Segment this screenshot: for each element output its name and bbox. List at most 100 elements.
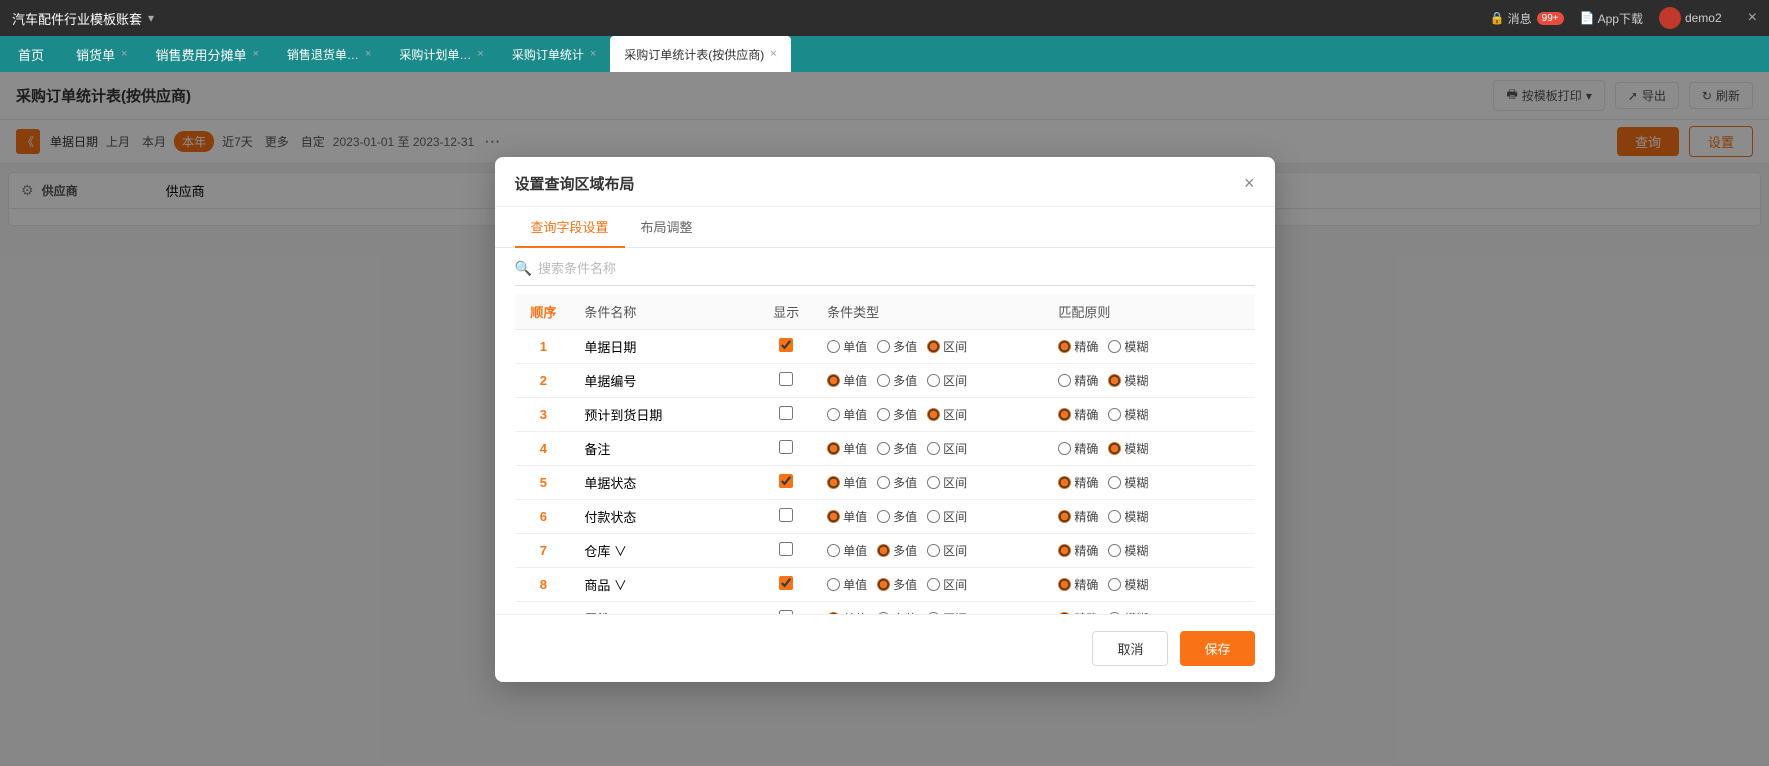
radio-match-exact-5[interactable]: [1058, 510, 1071, 523]
tab-sales[interactable]: 销货单 ×: [62, 36, 141, 72]
radio-match-fuzzy-6[interactable]: [1108, 544, 1121, 557]
type-single-4[interactable]: 单值: [827, 474, 867, 491]
type-multi-2[interactable]: 多值: [877, 406, 917, 423]
radio-type-multi-1[interactable]: [877, 374, 890, 387]
cell-type-7[interactable]: 单值多值区间: [815, 567, 1046, 601]
radio-match-fuzzy-0[interactable]: [1108, 340, 1121, 353]
tab-sales-return-close[interactable]: ×: [365, 48, 371, 60]
show-checkbox-7[interactable]: [779, 576, 793, 590]
match-fuzzy-3[interactable]: 模糊: [1108, 440, 1148, 457]
cell-show-7[interactable]: [757, 567, 815, 601]
show-checkbox-0[interactable]: [779, 338, 793, 352]
radio-type-single-3[interactable]: [827, 442, 840, 455]
type-multi-0[interactable]: 多值: [877, 338, 917, 355]
topbar-close-button[interactable]: ×: [1748, 9, 1757, 27]
match-exact-5[interactable]: 精确: [1058, 508, 1098, 525]
type-single-2[interactable]: 单值: [827, 406, 867, 423]
radio-type-single-1[interactable]: [827, 374, 840, 387]
notification-area[interactable]: 🔒 消息 99+: [1490, 10, 1564, 27]
match-fuzzy-2[interactable]: 模糊: [1108, 406, 1148, 423]
cell-match-2[interactable]: 精确模糊: [1046, 397, 1254, 431]
user-area[interactable]: demo2: [1659, 7, 1722, 29]
show-checkbox-2[interactable]: [779, 406, 793, 420]
match-exact-0[interactable]: 精确: [1058, 338, 1098, 355]
match-fuzzy-4[interactable]: 模糊: [1108, 474, 1148, 491]
match-exact-2[interactable]: 精确: [1058, 406, 1098, 423]
show-checkbox-6[interactable]: [779, 542, 793, 556]
type-multi-3[interactable]: 多值: [877, 440, 917, 457]
tab-purchase-plan-close[interactable]: ×: [477, 48, 483, 60]
radio-type-multi-7[interactable]: [877, 578, 890, 591]
radio-type-single-0[interactable]: [827, 340, 840, 353]
type-multi-6[interactable]: 多值: [877, 542, 917, 559]
type-range-2[interactable]: 区间: [927, 406, 967, 423]
cell-show-6[interactable]: [757, 533, 815, 567]
radio-type-single-7[interactable]: [827, 578, 840, 591]
radio-match-exact-2[interactable]: [1058, 408, 1071, 421]
radio-type-multi-5[interactable]: [877, 510, 890, 523]
radio-type-multi-6[interactable]: [877, 544, 890, 557]
radio-type-single-2[interactable]: [827, 408, 840, 421]
tab-purchase-stat[interactable]: 采购订单统计 ×: [498, 36, 610, 72]
cell-show-0[interactable]: [757, 329, 815, 363]
match-exact-6[interactable]: 精确: [1058, 542, 1098, 559]
tab-active[interactable]: 采购订单统计表(按供应商) ×: [610, 36, 790, 72]
tab-layout-adjust[interactable]: 布局调整: [625, 207, 709, 248]
type-multi-5[interactable]: 多值: [877, 508, 917, 525]
type-range-6[interactable]: 区间: [927, 542, 967, 559]
radio-match-fuzzy-4[interactable]: [1108, 476, 1121, 489]
match-fuzzy-7[interactable]: 模糊: [1108, 576, 1148, 593]
cell-type-8[interactable]: 单值多值区间: [815, 601, 1046, 614]
type-single-5[interactable]: 单值: [827, 508, 867, 525]
type-multi-4[interactable]: 多值: [877, 474, 917, 491]
radio-type-range-3[interactable]: [927, 442, 940, 455]
show-checkbox-3[interactable]: [779, 440, 793, 454]
cell-type-6[interactable]: 单值多值区间: [815, 533, 1046, 567]
match-exact-7[interactable]: 精确: [1058, 576, 1098, 593]
match-exact-1[interactable]: 精确: [1058, 372, 1098, 389]
show-checkbox-4[interactable]: [779, 474, 793, 488]
radio-type-multi-2[interactable]: [877, 408, 890, 421]
radio-match-fuzzy-5[interactable]: [1108, 510, 1121, 523]
radio-match-exact-1[interactable]: [1058, 374, 1071, 387]
match-exact-4[interactable]: 精确: [1058, 474, 1098, 491]
type-range-4[interactable]: 区间: [927, 474, 967, 491]
search-input[interactable]: [538, 261, 738, 276]
type-multi-1[interactable]: 多值: [877, 372, 917, 389]
match-fuzzy-6[interactable]: 模糊: [1108, 542, 1148, 559]
tab-purchase-stat-close[interactable]: ×: [590, 48, 596, 60]
cell-show-1[interactable]: [757, 363, 815, 397]
radio-type-multi-0[interactable]: [877, 340, 890, 353]
radio-match-exact-4[interactable]: [1058, 476, 1071, 489]
cell-type-0[interactable]: 单值多值区间: [815, 329, 1046, 363]
cell-match-5[interactable]: 精确模糊: [1046, 499, 1254, 533]
save-button[interactable]: 保存: [1180, 631, 1254, 666]
cell-match-7[interactable]: 精确模糊: [1046, 567, 1254, 601]
cell-type-1[interactable]: 单值多值区间: [815, 363, 1046, 397]
cell-type-3[interactable]: 单值多值区间: [815, 431, 1046, 465]
type-range-1[interactable]: 区间: [927, 372, 967, 389]
tab-active-close[interactable]: ×: [770, 48, 776, 60]
radio-match-exact-3[interactable]: [1058, 442, 1071, 455]
show-checkbox-1[interactable]: [779, 372, 793, 386]
radio-match-exact-7[interactable]: [1058, 578, 1071, 591]
type-range-5[interactable]: 区间: [927, 508, 967, 525]
cell-match-8[interactable]: 精确模糊: [1046, 601, 1254, 614]
radio-type-single-4[interactable]: [827, 476, 840, 489]
type-single-3[interactable]: 单值: [827, 440, 867, 457]
cell-match-3[interactable]: 精确模糊: [1046, 431, 1254, 465]
cell-show-8[interactable]: [757, 601, 815, 614]
cell-match-4[interactable]: 精确模糊: [1046, 465, 1254, 499]
radio-type-single-6[interactable]: [827, 544, 840, 557]
tab-home[interactable]: 首页: [0, 36, 62, 72]
match-fuzzy-0[interactable]: 模糊: [1108, 338, 1148, 355]
type-single-6[interactable]: 单值: [827, 542, 867, 559]
radio-type-range-2[interactable]: [927, 408, 940, 421]
match-fuzzy-5[interactable]: 模糊: [1108, 508, 1148, 525]
cancel-button[interactable]: 取消: [1092, 631, 1168, 666]
app-dropdown-icon[interactable]: ▾: [148, 11, 154, 25]
radio-type-range-0[interactable]: [927, 340, 940, 353]
radio-type-range-7[interactable]: [927, 578, 940, 591]
cell-type-5[interactable]: 单值多值区间: [815, 499, 1046, 533]
type-range-0[interactable]: 区间: [927, 338, 967, 355]
